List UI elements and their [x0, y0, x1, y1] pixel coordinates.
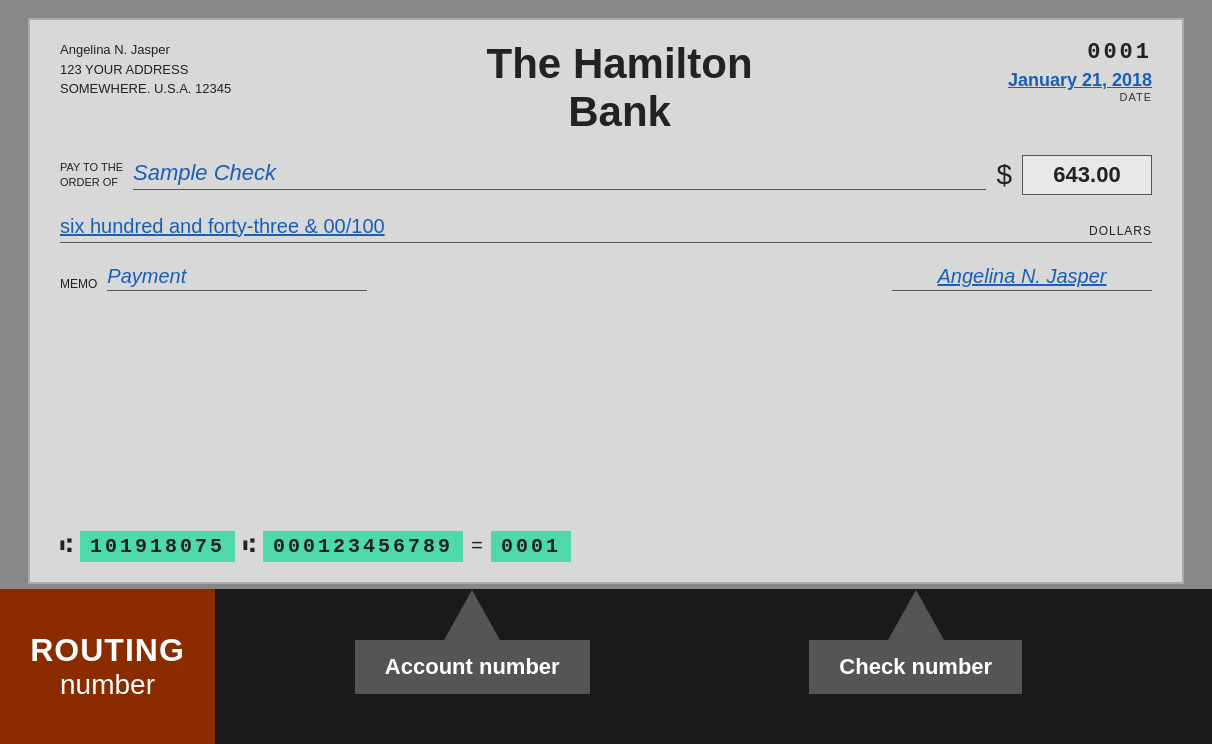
- micr-line: ⑆ 101918075 ⑆ 000123456789 = 0001: [60, 531, 1152, 562]
- payee-name: Sample Check: [133, 160, 276, 185]
- micr-separator2: =: [471, 535, 483, 558]
- check-document: Angelina N. Jasper 123 YOUR ADDRESS SOME…: [28, 18, 1184, 584]
- info-labels: Account number Check number: [215, 589, 1162, 744]
- written-amount: six hundred and forty-three & 00/100: [60, 215, 385, 238]
- check-number-label: Check number: [809, 640, 1022, 694]
- memo-label: MEMO: [60, 277, 97, 291]
- pay-to-section: PAY TO THEORDER OF Sample Check $ 643.00: [60, 155, 1152, 195]
- date-field-label: DATE: [1119, 91, 1152, 103]
- dollars-label: DOLLARS: [1089, 224, 1152, 238]
- check-number-display: 0001: [1087, 40, 1152, 65]
- account-number-label: Account number: [355, 640, 590, 694]
- signature: Angelina N. Jasper: [892, 265, 1152, 291]
- check-number-highlight: 0001: [491, 531, 571, 562]
- memo-line: Payment: [107, 265, 367, 291]
- micr-separator1: ⑆: [243, 535, 255, 558]
- pay-to-label: PAY TO THEORDER OF: [60, 160, 123, 189]
- memo-value: Payment: [107, 265, 186, 287]
- memo-area: MEMO Payment: [60, 265, 367, 291]
- written-amount-section: six hundred and forty-three & 00/100 DOL…: [60, 215, 1152, 243]
- micr-prefix: ⑆: [60, 535, 72, 558]
- routing-label-bottom: number: [60, 669, 155, 701]
- bottom-bar: ROUTING number Account number Check numb…: [0, 589, 1212, 744]
- dollar-sign: $: [996, 159, 1012, 191]
- routing-section: ROUTING number: [0, 589, 215, 744]
- account-holder-name: Angelina N. Jasper: [60, 40, 231, 60]
- payee-line: Sample Check: [133, 160, 986, 190]
- address-line1: 123 YOUR ADDRESS: [60, 60, 231, 80]
- amount-box: 643.00: [1022, 155, 1152, 195]
- address-block: Angelina N. Jasper 123 YOUR ADDRESS SOME…: [60, 40, 231, 99]
- right-spacer: [1162, 589, 1212, 744]
- date-value: January 21, 2018: [1008, 70, 1152, 91]
- address-line2: SOMEWHERE. U.S.A. 12345: [60, 79, 231, 99]
- account-number-highlight: 000123456789: [263, 531, 463, 562]
- routing-number-highlight: 101918075: [80, 531, 235, 562]
- routing-label-top: ROUTING: [30, 632, 185, 669]
- bank-name: The Hamilton Bank: [251, 40, 988, 137]
- memo-signature-section: MEMO Payment Angelina N. Jasper: [60, 265, 1152, 291]
